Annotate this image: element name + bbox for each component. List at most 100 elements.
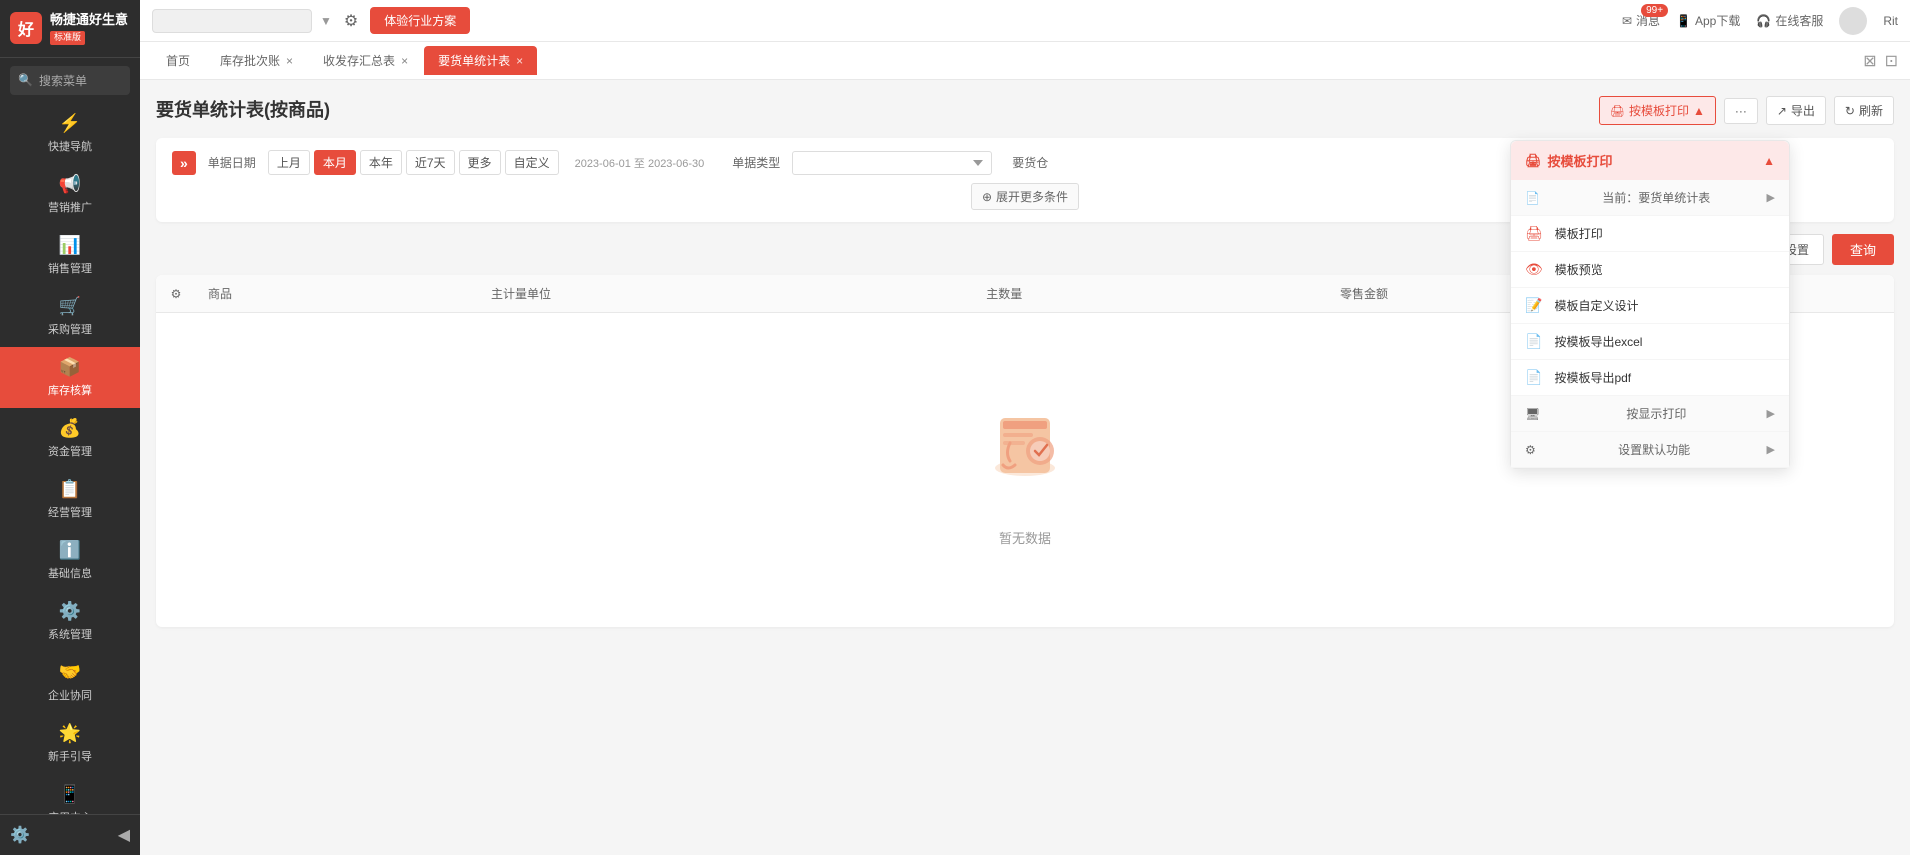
tab-order-stats[interactable]: 要货单统计表 × <box>424 46 537 75</box>
col-settings[interactable]: ⚙ <box>156 275 196 313</box>
current-template-item[interactable]: 📄 当前：要货单统计表 ▶ <box>1511 180 1789 216</box>
maximize-button[interactable]: ⊡ <box>1885 51 1898 71</box>
user-avatar[interactable] <box>1839 7 1867 35</box>
messages-badge: 99+ <box>1641 4 1668 17</box>
messages-button[interactable]: ✉ 消息 99+ <box>1622 12 1660 29</box>
tab-close-inventory-batch[interactable]: × <box>286 54 293 68</box>
sidebar-item-basic[interactable]: ℹ️ 基础信息 <box>0 530 140 591</box>
system-icon: ⚙️ <box>59 601 81 622</box>
newbie-icon: 🌟 <box>59 723 81 744</box>
current-template-icon: 📄 <box>1525 191 1540 205</box>
search-menu-button[interactable]: 🔍 搜索菜单 <box>10 66 130 95</box>
template-print-item[interactable]: 🖨 模板打印 <box>1511 216 1789 252</box>
col-unit: 主计量单位 <box>479 275 974 313</box>
date-range-display: 2023-06-01 至 2023-06-30 <box>575 155 705 171</box>
quicknav-icon: ⚡ <box>59 113 81 134</box>
print-template-button[interactable]: 🖨 按模板打印 ▲ <box>1599 96 1716 125</box>
sidebar: 好 畅捷通好生意 标准版 🔍 搜索菜单 ⚡ 快捷导航 📢 营销推广 📊 销售管理… <box>0 0 140 855</box>
export-excel-icon: 📄 <box>1525 333 1542 350</box>
date-label: 单据日期 <box>208 154 256 171</box>
print-template-dropdown: 🖨 按模板打印 ▲ 📄 当前：要货单统计表 ▶ 🖨 模板打印 👁 模板预览 📝 <box>1510 140 1790 469</box>
col-qty: 主数量 <box>974 275 1328 313</box>
operation-icon: 📋 <box>59 479 81 500</box>
default-function-icon: ⚙ <box>1525 443 1536 457</box>
sidebar-navigation: ⚡ 快捷导航 📢 营销推广 📊 销售管理 🛒 采购管理 📦 库存核算 💰 资金管… <box>0 103 140 814</box>
query-button[interactable]: 查询 <box>1832 234 1894 265</box>
refresh-icon: ↻ <box>1845 104 1855 118</box>
date-btn-this-month[interactable]: 本月 <box>314 150 356 175</box>
sidebar-item-inventory[interactable]: 📦 库存核算 <box>0 347 140 408</box>
print-dropdown-arrow-icon[interactable]: ▲ <box>1763 154 1775 168</box>
current-template-arrow: ▶ <box>1767 191 1775 204</box>
online-service-button[interactable]: 🎧 在线客服 <box>1756 12 1823 29</box>
username-label: Rit <box>1883 14 1898 28</box>
display-print-arrow: ▶ <box>1767 407 1775 420</box>
template-preview-icon: 👁 <box>1525 261 1543 278</box>
print-dropdown-header: 🖨 按模板打印 ▲ <box>1511 141 1789 180</box>
experience-button[interactable]: 体验行业方案 <box>370 7 470 34</box>
tab-receivable-summary[interactable]: 收发存汇总表 × <box>309 46 422 75</box>
search-icon: 🔍 <box>18 73 33 87</box>
col-settings-icon: ⚙ <box>171 287 182 301</box>
more-options-button[interactable]: ··· <box>1724 98 1758 124</box>
topbar-dropdown-arrow[interactable]: ▼ <box>320 14 332 28</box>
sidebar-item-appstore[interactable]: 📱 应用中心 <box>0 774 140 814</box>
tab-close-order-stats[interactable]: × <box>516 54 523 68</box>
topbar-settings-icon[interactable]: ⚙ <box>344 11 358 31</box>
sidebar-item-operation[interactable]: 📋 经营管理 <box>0 469 140 530</box>
tabbar: 首页 库存批次账 × 收发存汇总表 × 要货单统计表 × ⊠ ⊡ <box>140 42 1910 80</box>
close-all-tabs-button[interactable]: ⊠ <box>1863 51 1876 71</box>
date-btn-this-year[interactable]: 本年 <box>360 150 402 175</box>
empty-text: 暂无数据 <box>176 528 1874 547</box>
basic-icon: ℹ️ <box>59 540 81 561</box>
purchase-icon: 🛒 <box>59 296 81 317</box>
template-preview-item[interactable]: 👁 模板预览 <box>1511 252 1789 288</box>
display-print-icon: 🖥 <box>1525 407 1540 421</box>
type-select[interactable] <box>792 151 992 175</box>
sidebar-item-marketing[interactable]: 📢 营销推广 <box>0 164 140 225</box>
logo-icon: 好 <box>10 12 42 44</box>
template-design-icon: 📝 <box>1525 297 1542 314</box>
cooperation-icon: 🤝 <box>59 662 81 683</box>
chevron-up-icon: ▲ <box>1693 104 1705 118</box>
template-design-item[interactable]: 📝 模板自定义设计 <box>1511 288 1789 324</box>
cargo-label: 要货仓 <box>1012 154 1048 171</box>
main-area: ▼ ⚙ 体验行业方案 ✉ 消息 99+ 📱 App下载 🎧 在线客服 Rit 首… <box>140 0 1910 855</box>
sidebar-item-sales[interactable]: 📊 销售管理 <box>0 225 140 286</box>
app-download-button[interactable]: 📱 App下载 <box>1676 12 1740 29</box>
sidebar-item-newbie[interactable]: 🌟 新手引导 <box>0 713 140 774</box>
logo-text: 畅捷通好生意 标准版 <box>50 12 128 45</box>
date-btn-last-7-days[interactable]: 近7天 <box>406 150 455 175</box>
collapse-icon[interactable]: ◀ <box>118 825 130 845</box>
settings-footer-icon[interactable]: ⚙️ <box>10 825 30 845</box>
export-button[interactable]: ↗ 导出 <box>1766 96 1826 125</box>
date-btn-last-month[interactable]: 上月 <box>268 150 310 175</box>
refresh-button[interactable]: ↻ 刷新 <box>1834 96 1894 125</box>
sidebar-item-quicknav[interactable]: ⚡ 快捷导航 <box>0 103 140 164</box>
template-print-icon: 🖨 <box>1525 225 1543 242</box>
sidebar-item-system[interactable]: ⚙️ 系统管理 <box>0 591 140 652</box>
export-icon: ↗ <box>1777 104 1787 118</box>
tab-home[interactable]: 首页 <box>152 46 204 75</box>
default-function-item[interactable]: ⚙ 设置默认功能 ▶ <box>1511 432 1789 468</box>
sidebar-item-cooperation[interactable]: 🤝 企业协同 <box>0 652 140 713</box>
inventory-icon: 📦 <box>59 357 81 378</box>
expand-more-btn[interactable]: ⊕ 展开更多条件 <box>971 183 1079 210</box>
export-pdf-item[interactable]: 📄 按模板导出pdf <box>1511 360 1789 396</box>
appstore-icon: 📱 <box>59 784 81 805</box>
display-print-item[interactable]: 🖥 按显示打印 ▶ <box>1511 396 1789 432</box>
sidebar-search-area[interactable]: 🔍 搜索菜单 <box>0 58 140 103</box>
page-actions: 🖨 按模板打印 ▲ ··· ↗ 导出 ↻ 刷新 <box>1599 96 1894 125</box>
col-product: 商品 <box>196 275 479 313</box>
tab-inventory-batch[interactable]: 库存批次账 × <box>206 46 307 75</box>
tab-close-receivable-summary[interactable]: × <box>401 54 408 68</box>
topbar-search-input[interactable] <box>152 9 312 33</box>
date-btn-more[interactable]: 更多 <box>459 150 501 175</box>
date-btn-custom[interactable]: 自定义 <box>505 150 559 175</box>
sidebar-item-finance[interactable]: 💰 资金管理 <box>0 408 140 469</box>
filter-expand-toggle[interactable]: » <box>172 151 196 175</box>
sidebar-item-purchase[interactable]: 🛒 采购管理 <box>0 286 140 347</box>
export-excel-item[interactable]: 📄 按模板导出excel <box>1511 324 1789 360</box>
headset-icon: 🎧 <box>1756 14 1771 28</box>
app-logo: 好 畅捷通好生意 标准版 <box>0 0 140 58</box>
